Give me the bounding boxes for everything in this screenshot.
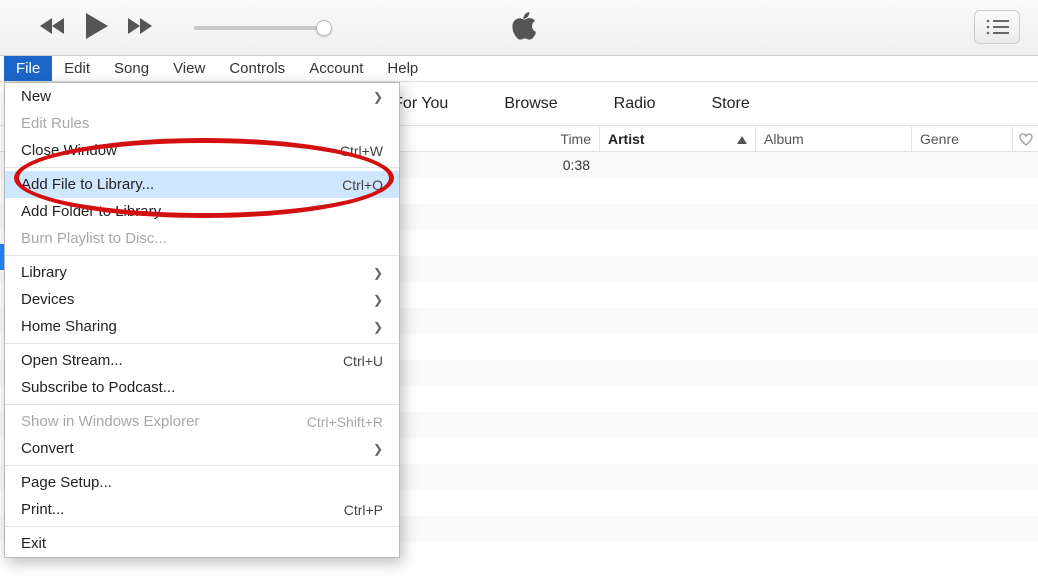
menu-separator <box>5 255 399 256</box>
chevron-right-icon: ❯ <box>373 320 383 334</box>
chevron-right-icon: ❯ <box>373 90 383 104</box>
menu-show-explorer: Show in Windows Explorer Ctrl+Shift+R <box>5 408 399 435</box>
menu-exit-label: Exit <box>21 535 46 552</box>
tab-radio[interactable]: Radio <box>600 89 670 119</box>
shortcut-label: Ctrl+W <box>340 143 383 159</box>
menu-file[interactable]: File <box>4 56 52 81</box>
volume-slider[interactable] <box>194 26 324 30</box>
menu-home-sharing-label: Home Sharing <box>21 318 117 335</box>
menu-library[interactable]: Library ❯ <box>5 259 399 286</box>
menu-close-window-label: Close Window <box>21 142 117 159</box>
next-track-icon[interactable] <box>128 17 154 38</box>
shortcut-label: Ctrl+O <box>342 177 383 193</box>
menu-edit-rules-label: Edit Rules <box>21 115 89 132</box>
shortcut-label: Ctrl+Shift+R <box>307 414 383 430</box>
menu-print[interactable]: Print... Ctrl+P <box>5 496 399 523</box>
sort-asc-icon <box>737 131 747 147</box>
shortcut-label: Ctrl+U <box>343 353 383 369</box>
volume-thumb[interactable] <box>316 20 332 36</box>
menu-view[interactable]: View <box>161 56 217 81</box>
menu-home-sharing[interactable]: Home Sharing ❯ <box>5 313 399 340</box>
menu-devices-label: Devices <box>21 291 74 308</box>
menu-page-setup[interactable]: Page Setup... <box>5 469 399 496</box>
menu-separator <box>5 343 399 344</box>
menu-open-stream[interactable]: Open Stream... Ctrl+U <box>5 347 399 374</box>
menu-open-stream-label: Open Stream... <box>21 352 123 369</box>
chevron-right-icon: ❯ <box>373 266 383 280</box>
menu-separator <box>5 404 399 405</box>
menu-devices[interactable]: Devices ❯ <box>5 286 399 313</box>
col-time[interactable]: Time <box>404 126 600 151</box>
menu-bar: File Edit Song View Controls Account Hel… <box>0 56 1038 82</box>
menu-add-file[interactable]: Add File to Library... Ctrl+O <box>5 171 399 198</box>
menu-edit[interactable]: Edit <box>52 56 102 81</box>
menu-edit-rules: Edit Rules <box>5 110 399 137</box>
menu-page-setup-label: Page Setup... <box>21 474 112 491</box>
view-list-button[interactable] <box>974 10 1020 44</box>
tab-store[interactable]: Store <box>697 89 763 119</box>
menu-new-label: New <box>21 88 51 105</box>
apple-logo-icon <box>511 10 539 45</box>
menu-burn-label: Burn Playlist to Disc... <box>21 230 167 247</box>
menu-exit[interactable]: Exit <box>5 530 399 557</box>
menu-subscribe-podcast[interactable]: Subscribe to Podcast... <box>5 374 399 401</box>
play-icon[interactable] <box>86 13 108 42</box>
menu-subscribe-label: Subscribe to Podcast... <box>21 379 175 396</box>
player-toolbar <box>0 0 1038 56</box>
col-artist[interactable]: Artist <box>600 126 756 151</box>
col-artist-label: Artist <box>608 131 645 147</box>
menu-print-label: Print... <box>21 501 64 518</box>
menu-separator <box>5 167 399 168</box>
chevron-right-icon: ❯ <box>373 442 383 456</box>
cell-time: 0:38 <box>404 157 600 173</box>
shortcut-label: Ctrl+P <box>344 502 383 518</box>
menu-separator <box>5 465 399 466</box>
menu-convert[interactable]: Convert ❯ <box>5 435 399 462</box>
menu-burn-playlist: Burn Playlist to Disc... <box>5 225 399 252</box>
menu-separator <box>5 526 399 527</box>
playback-controls <box>0 13 324 42</box>
menu-add-file-label: Add File to Library... <box>21 176 154 193</box>
menu-show-explorer-label: Show in Windows Explorer <box>21 413 199 430</box>
file-menu-dropdown: New ❯ Edit Rules Close Window Ctrl+W Add… <box>4 82 400 558</box>
menu-new[interactable]: New ❯ <box>5 83 399 110</box>
menu-controls[interactable]: Controls <box>217 56 297 81</box>
menu-account[interactable]: Account <box>297 56 375 81</box>
chevron-right-icon: ❯ <box>373 293 383 307</box>
menu-add-folder-label: Add Folder to Library... <box>21 203 172 220</box>
tab-browse[interactable]: Browse <box>490 89 571 119</box>
menu-library-label: Library <box>21 264 67 281</box>
menu-add-folder[interactable]: Add Folder to Library... <box>5 198 399 225</box>
menu-convert-label: Convert <box>21 440 74 457</box>
prev-track-icon[interactable] <box>40 17 66 38</box>
col-loved[interactable] <box>1012 126 1038 152</box>
col-album[interactable]: Album <box>756 126 912 151</box>
menu-help[interactable]: Help <box>375 56 430 81</box>
menu-song[interactable]: Song <box>102 56 161 81</box>
menu-close-window[interactable]: Close Window Ctrl+W <box>5 137 399 164</box>
col-genre[interactable]: Genre <box>912 126 1012 151</box>
